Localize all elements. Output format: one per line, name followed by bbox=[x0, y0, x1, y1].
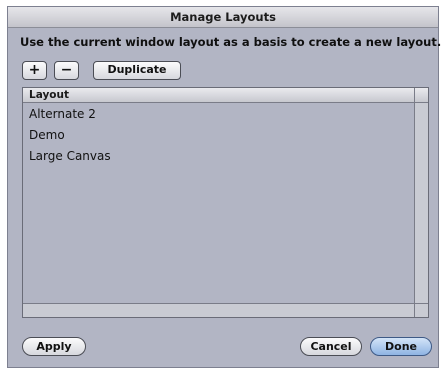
add-layout-button[interactable]: + bbox=[22, 61, 47, 80]
cancel-button[interactable]: Cancel bbox=[300, 337, 362, 356]
layouts-list: Alternate 2 Demo Large Canvas bbox=[23, 104, 414, 303]
layout-row[interactable]: Alternate 2 bbox=[23, 104, 414, 125]
vertical-scrollbar[interactable] bbox=[414, 103, 428, 303]
layout-column-header[interactable]: Layout bbox=[23, 88, 414, 103]
scroll-corner bbox=[414, 303, 428, 317]
duplicate-button[interactable]: Duplicate bbox=[93, 61, 181, 80]
dialog-title: Manage Layouts bbox=[8, 7, 438, 28]
horizontal-scrollbar[interactable] bbox=[23, 303, 414, 317]
layout-row[interactable]: Demo bbox=[23, 125, 414, 146]
layouts-table: Layout Alternate 2 Demo Large Canvas bbox=[22, 87, 429, 318]
manage-layouts-dialog: Manage Layouts Use the current window la… bbox=[7, 6, 442, 368]
apply-button[interactable]: Apply bbox=[22, 337, 86, 356]
remove-layout-button[interactable]: − bbox=[54, 61, 79, 80]
done-button[interactable]: Done bbox=[370, 337, 432, 356]
instruction-text: Use the current window layout as a basis… bbox=[20, 35, 442, 49]
layout-row[interactable]: Large Canvas bbox=[23, 146, 414, 167]
header-corner bbox=[414, 88, 428, 103]
